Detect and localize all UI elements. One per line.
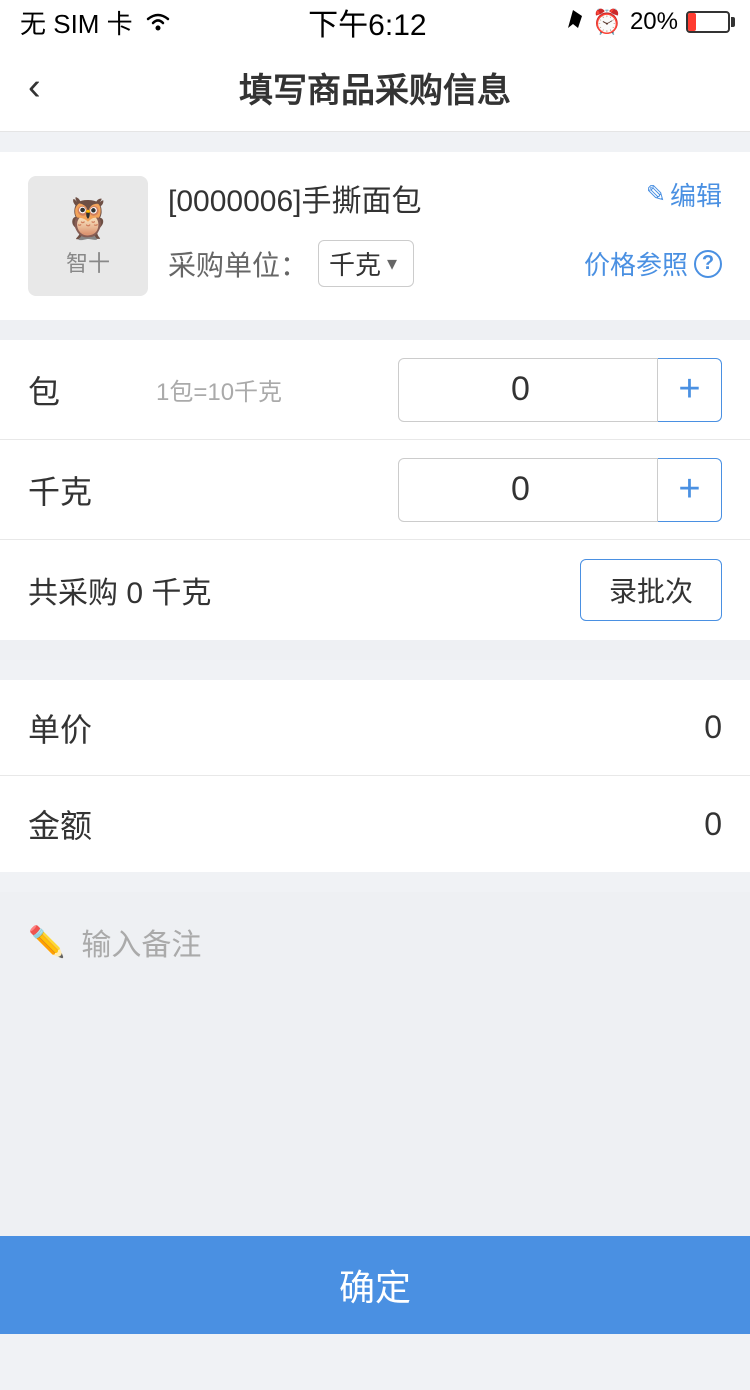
- amount-row: 金额 0: [0, 776, 750, 872]
- location-icon: [562, 8, 584, 37]
- nav-bar: ‹ 填写商品采购信息: [0, 44, 750, 132]
- product-card: 🦉 智十 [0000006]手撕面包 ✎ 编辑 采购单位： 千克 ▾: [0, 152, 750, 320]
- price-ref-button[interactable]: 价格参照 ?: [584, 245, 722, 282]
- help-icon: ?: [694, 250, 722, 278]
- status-left: 无 SIM 卡: [20, 4, 173, 41]
- bag-quantity-input[interactable]: [398, 358, 658, 422]
- edit-icon: ✎: [646, 180, 666, 209]
- unit-select[interactable]: 千克 ▾: [318, 240, 414, 287]
- status-bar: 无 SIM 卡 下午6:12 ⏰ 20%: [0, 0, 750, 44]
- unit-label: 采购单位：: [168, 244, 308, 284]
- kg-input-row: 千克 +: [0, 440, 750, 540]
- edit-label: 编辑: [670, 176, 722, 213]
- kg-quantity-input[interactable]: [398, 458, 658, 522]
- product-img-label: 智十: [66, 246, 110, 278]
- price-ref-label: 价格参照: [584, 245, 688, 282]
- chevron-down-icon: ▾: [387, 251, 397, 276]
- sim-label: 无 SIM 卡: [20, 4, 133, 41]
- amount-label: 金额: [28, 801, 92, 847]
- bag-label: 包: [28, 367, 148, 413]
- bag-input-row: 包 1包=10千克 +: [0, 340, 750, 440]
- back-button[interactable]: ‹: [28, 66, 41, 109]
- edit-link[interactable]: ✎ 编辑: [646, 176, 722, 213]
- alarm-icon: ⏰: [592, 8, 622, 37]
- product-info: [0000006]手撕面包 ✎ 编辑 采购单位： 千克 ▾ 价格参照 ?: [168, 176, 722, 287]
- page-title: 填写商品采购信息: [239, 63, 511, 112]
- separator-2: [0, 640, 750, 660]
- input-section: 包 1包=10千克 + 千克 + 共采购 0 千克 录批次: [0, 340, 750, 640]
- confirm-button[interactable]: 确定: [0, 1236, 750, 1334]
- battery-icon: [686, 11, 730, 33]
- kg-plus-button[interactable]: +: [658, 458, 722, 522]
- record-batch-button[interactable]: 录批次: [580, 559, 722, 621]
- status-right: ⏰ 20%: [562, 8, 730, 37]
- summary-row: 共采购 0 千克 录批次: [0, 540, 750, 640]
- battery-percent: 20%: [630, 8, 678, 36]
- remark-section[interactable]: ✏️ 输入备注: [0, 892, 750, 992]
- confirm-label: 确定: [339, 1259, 411, 1311]
- status-time: 下午6:12: [308, 0, 426, 44]
- unit-price-label: 单价: [28, 705, 92, 751]
- amount-value: 0: [704, 806, 722, 843]
- kg-label: 千克: [28, 467, 148, 513]
- product-owl-icon: 🦉: [63, 195, 113, 242]
- remark-placeholder: 输入备注: [81, 920, 201, 964]
- bag-input-group: +: [398, 358, 722, 422]
- bag-plus-button[interactable]: +: [658, 358, 722, 422]
- product-unit-row: 采购单位： 千克 ▾ 价格参照 ?: [168, 240, 722, 287]
- product-name: [0000006]手撕面包: [168, 176, 646, 220]
- unit-price-value: 0: [704, 709, 722, 746]
- price-section: 单价 0 金额 0: [0, 680, 750, 872]
- bag-sublabel: 1包=10千克: [156, 372, 282, 407]
- unit-price-row: 单价 0: [0, 680, 750, 776]
- product-name-row: [0000006]手撕面包 ✎ 编辑: [168, 176, 722, 220]
- pencil-icon: ✏️: [28, 925, 65, 960]
- summary-text: 共采购 0 千克: [28, 568, 211, 612]
- wifi-icon: [143, 7, 173, 38]
- kg-input-group: +: [398, 458, 722, 522]
- product-image: 🦉 智十: [28, 176, 148, 296]
- separator-1: [0, 320, 750, 340]
- unit-value: 千克: [329, 245, 381, 282]
